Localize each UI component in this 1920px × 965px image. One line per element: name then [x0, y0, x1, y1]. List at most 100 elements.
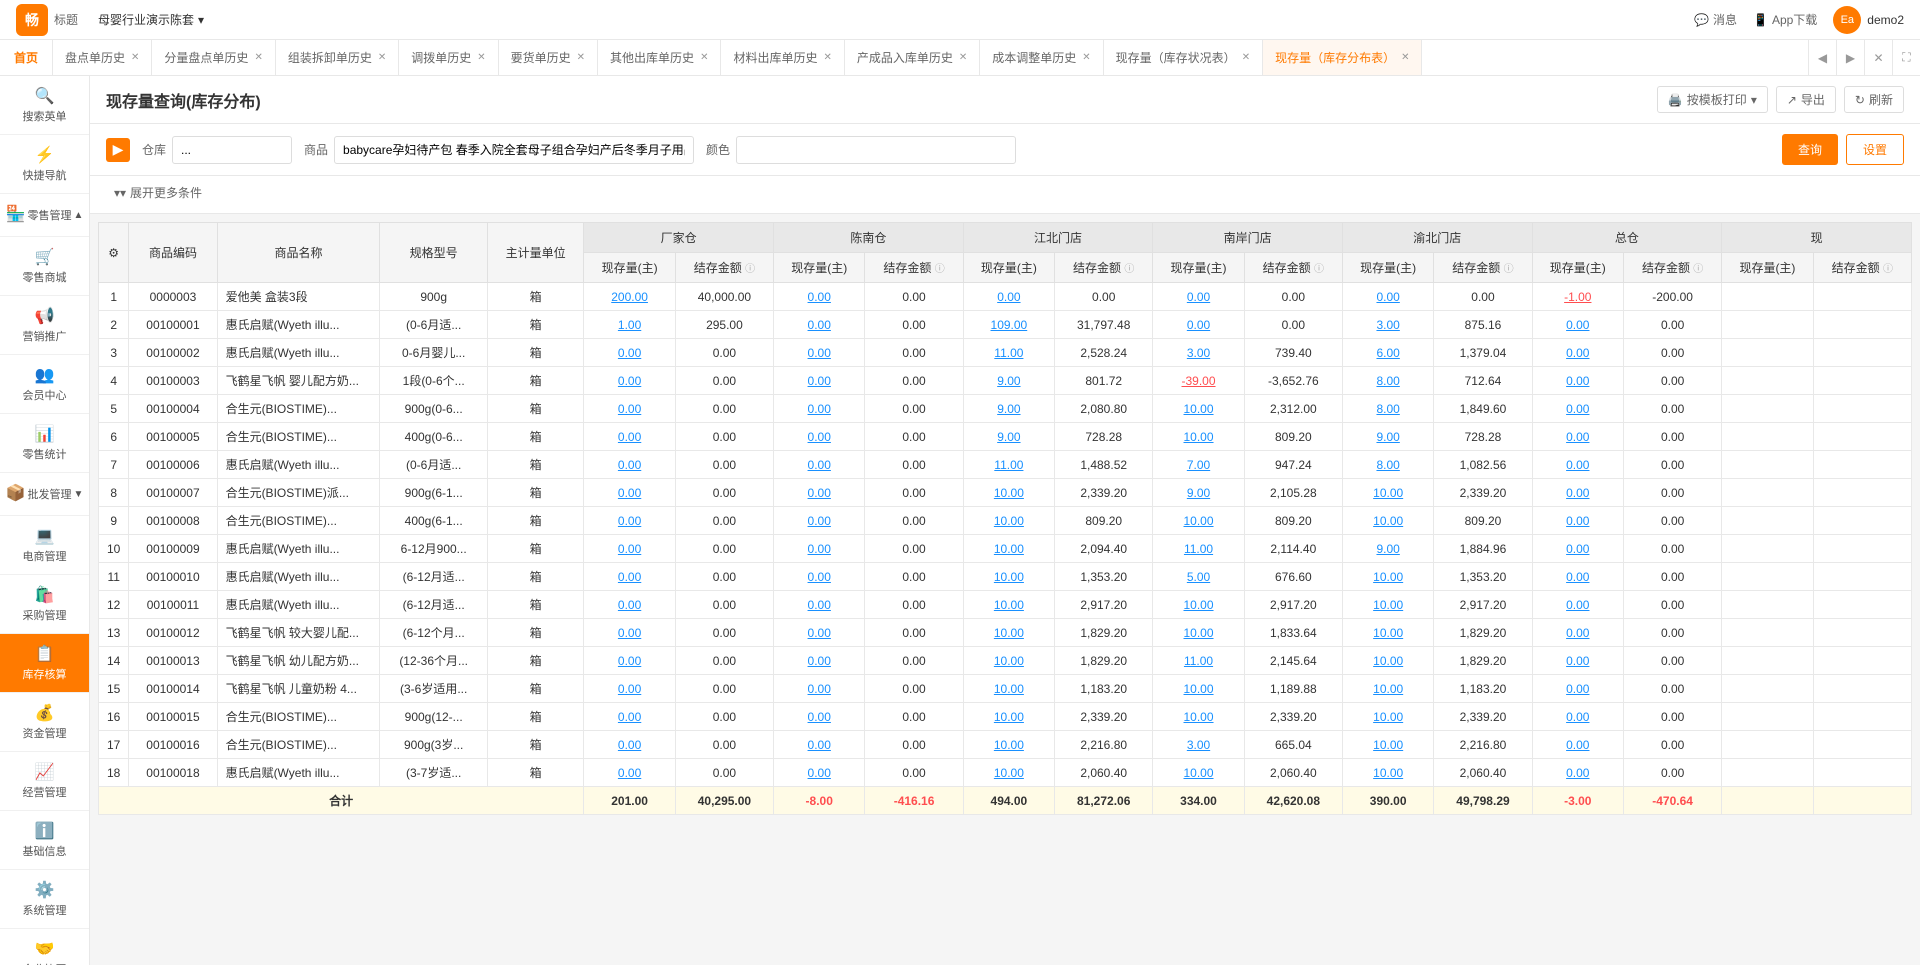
table-row: 500100004合生元(BIOSTIME)...900g(0-6...箱0.0…: [99, 395, 1912, 423]
th-nanan-amt: 结存金额 ⓘ: [1244, 253, 1342, 283]
logo-icon: 畅: [16, 4, 48, 36]
sidebar-item-purchase[interactable]: 🛍️ 采购管理: [0, 575, 89, 634]
sidebar-item-finance[interactable]: 💰 资金管理: [0, 693, 89, 752]
nav-tab-3[interactable]: 调拨单历史 ✕: [399, 40, 498, 76]
nav-tab-close-6[interactable]: ✕: [823, 52, 831, 63]
sidebar-item-nav[interactable]: ⚡ 快捷导航: [0, 135, 89, 194]
export-btn[interactable]: ↗ 导出: [1776, 86, 1836, 113]
th-factory: 厂家仓: [584, 223, 774, 253]
sidebar-item-marketing[interactable]: 📢 营销推广: [0, 296, 89, 355]
nav-tab-4[interactable]: 要货单历史 ✕: [499, 40, 598, 76]
nav-tabs: 首页 盘点单历史 ✕ 分量盘点单历史 ✕ 组装拆卸单历史 ✕ 调拨单历史 ✕ 要…: [0, 40, 1920, 76]
settings-icon[interactable]: ⚙: [108, 246, 119, 260]
nav-tab-close-0[interactable]: ✕: [131, 52, 139, 63]
table-row: 1100100010惠氏启赋(Wyeth illu...(6-12月适...箱0…: [99, 563, 1912, 591]
sidebar-item-retail-stats[interactable]: 📊 零售统计: [0, 414, 89, 473]
nav-tab-0[interactable]: 盘点单历史 ✕: [53, 40, 152, 76]
nav-tab-1[interactable]: 分量盘点单历史 ✕: [152, 40, 275, 76]
industry-selector[interactable]: 母婴行业演示陈套 ▾: [98, 11, 204, 28]
warehouse-input[interactable]: [172, 136, 292, 164]
th-chennan-amt: 结存金额 ⓘ: [865, 253, 963, 283]
sidebar-mall-label: 零售商城: [4, 269, 85, 285]
nav-tab-close-8[interactable]: ✕: [1082, 52, 1090, 63]
th-total-qty: 现存量(主): [1532, 253, 1623, 283]
print-icon: 🖨️: [1668, 93, 1683, 107]
sidebar-marketing-label: 营销推广: [4, 328, 85, 344]
sidebar-item-wholesale[interactable]: 📦 批发管理 ▼: [0, 473, 89, 516]
sidebar-item-ecommerce[interactable]: 💻 电商管理: [0, 516, 89, 575]
nav-tab-close-9[interactable]: ✕: [1242, 52, 1250, 63]
table-row: 1700100016合生元(BIOSTIME)...900g(3岁...箱0.0…: [99, 731, 1912, 759]
nav-tab-close-3[interactable]: ✕: [477, 52, 485, 63]
nav-tab-10[interactable]: 现存量（库存分布表） ✕: [1263, 40, 1422, 76]
sidebar-item-retail-mgmt[interactable]: 🏪 零售管理 ▲: [0, 194, 89, 237]
nav-tab-label-8: 成本调整单历史: [992, 49, 1076, 66]
setting-btn[interactable]: 设置: [1846, 134, 1904, 165]
goods-input[interactable]: [334, 136, 694, 164]
sidebar-wholesale-label: 批发管理: [28, 486, 72, 502]
nav-next-btn[interactable]: ▶: [1836, 40, 1864, 76]
th-jiangbei: 江北门店: [963, 223, 1153, 253]
expand-conditions-label: 展开更多条件: [130, 184, 202, 201]
nav-close-btn[interactable]: ✕: [1864, 40, 1892, 76]
nav-tab-7[interactable]: 产成品入库单历史 ✕: [845, 40, 980, 76]
sidebar-item-operations[interactable]: 📈 经营管理: [0, 752, 89, 811]
sidebar-item-enterprise[interactable]: 🤝 企业协同: [0, 929, 89, 965]
nav-tab-close-10[interactable]: ✕: [1401, 52, 1409, 63]
app-download-btn[interactable]: 📱 App下载: [1753, 11, 1817, 28]
expand-conditions-icon: ▾▾: [114, 186, 126, 200]
color-input[interactable]: [736, 136, 1016, 164]
nav-tab-home[interactable]: 首页: [0, 40, 53, 76]
sidebar-nav-label: 快捷导航: [4, 167, 85, 183]
page-title: 现存量查询(库存分布): [106, 88, 261, 122]
th-settings[interactable]: ⚙: [99, 223, 129, 283]
nav-tab-close-2[interactable]: ✕: [378, 52, 386, 63]
sidebar-item-basic[interactable]: ℹ️ 基础信息: [0, 811, 89, 870]
sidebar: 🔍 搜索英单 ⚡ 快捷导航 🏪 零售管理 ▲ 🛒 零售商城 📢 营销推广 👥 会…: [0, 76, 90, 965]
top-bar-right: 💬 消息 📱 App下载 Ea demo2: [1694, 6, 1904, 34]
industry-selector-label: 母婴行业演示陈套: [98, 11, 194, 28]
page-actions: 🖨️ 按模板打印 ▾ ↗ 导出 ↻ 刷新: [1657, 86, 1904, 123]
nav-tab-2[interactable]: 组装拆卸单历史 ✕: [276, 40, 399, 76]
query-btn[interactable]: 查询: [1782, 134, 1838, 165]
nav-tab-5[interactable]: 其他出库单历史 ✕: [598, 40, 721, 76]
print-btn[interactable]: 🖨️ 按模板打印 ▾: [1657, 86, 1768, 113]
industry-dropdown-icon[interactable]: ▾: [198, 13, 204, 27]
nav-tab-close-4[interactable]: ✕: [577, 52, 585, 63]
nav-tab-close-1[interactable]: ✕: [254, 52, 262, 63]
table-row: 1200100011惠氏启赋(Wyeth illu...(6-12月适...箱0…: [99, 591, 1912, 619]
sidebar-item-members[interactable]: 👥 会员中心: [0, 355, 89, 414]
sidebar-item-search[interactable]: 🔍 搜索英单: [0, 76, 89, 135]
jiangbei-amt-info-icon: ⓘ: [1124, 264, 1134, 275]
nav-tab-close-5[interactable]: ✕: [700, 52, 708, 63]
nav-tab-8[interactable]: 成本调整单历史 ✕: [980, 40, 1103, 76]
sidebar-item-mall[interactable]: 🛒 零售商城: [0, 237, 89, 296]
nav-tab-6[interactable]: 材料出库单历史 ✕: [721, 40, 844, 76]
chennan-amt-info-icon: ⓘ: [935, 264, 945, 275]
search-expand-btn[interactable]: ▶: [106, 138, 130, 162]
nav-prev-btn[interactable]: ◀: [1808, 40, 1836, 76]
marketing-icon: 📢: [4, 306, 85, 326]
refresh-btn[interactable]: ↻ 刷新: [1844, 86, 1904, 113]
expand-conditions-btn[interactable]: ▾▾ 展开更多条件: [106, 180, 1904, 205]
user-area[interactable]: Ea demo2: [1833, 6, 1904, 34]
th-jiangbei-amt: 结存金额 ⓘ: [1055, 253, 1153, 283]
msg-btn[interactable]: 💬 消息: [1694, 11, 1737, 28]
nav-tab-9[interactable]: 现存量（库存状况表） ✕: [1104, 40, 1263, 76]
sidebar-retail-stats-label: 零售统计: [4, 446, 85, 462]
nav-tab-close-7[interactable]: ✕: [959, 52, 967, 63]
sidebar-item-inventory[interactable]: 📋 库存核算: [0, 634, 89, 693]
th-unit: 主计量单位: [487, 223, 584, 283]
msg-label: 消息: [1713, 11, 1737, 28]
color-field: 颜色: [706, 136, 1016, 164]
sidebar-ecommerce-label: 电商管理: [4, 548, 85, 564]
th-yubeimen-qty: 现存量(主): [1342, 253, 1433, 283]
nav-tab-label-4: 要货单历史: [511, 49, 571, 66]
yubeimen-amt-info-icon: ⓘ: [1504, 264, 1514, 275]
th-nanan-qty: 现存量(主): [1153, 253, 1244, 283]
purchase-icon: 🛍️: [4, 585, 85, 605]
th-yubeimen-amt: 结存金额 ⓘ: [1434, 253, 1532, 283]
goods-label: 商品: [304, 141, 328, 158]
sidebar-item-system[interactable]: ⚙️ 系统管理: [0, 870, 89, 929]
nav-expand-btn[interactable]: ⛶: [1892, 40, 1920, 76]
